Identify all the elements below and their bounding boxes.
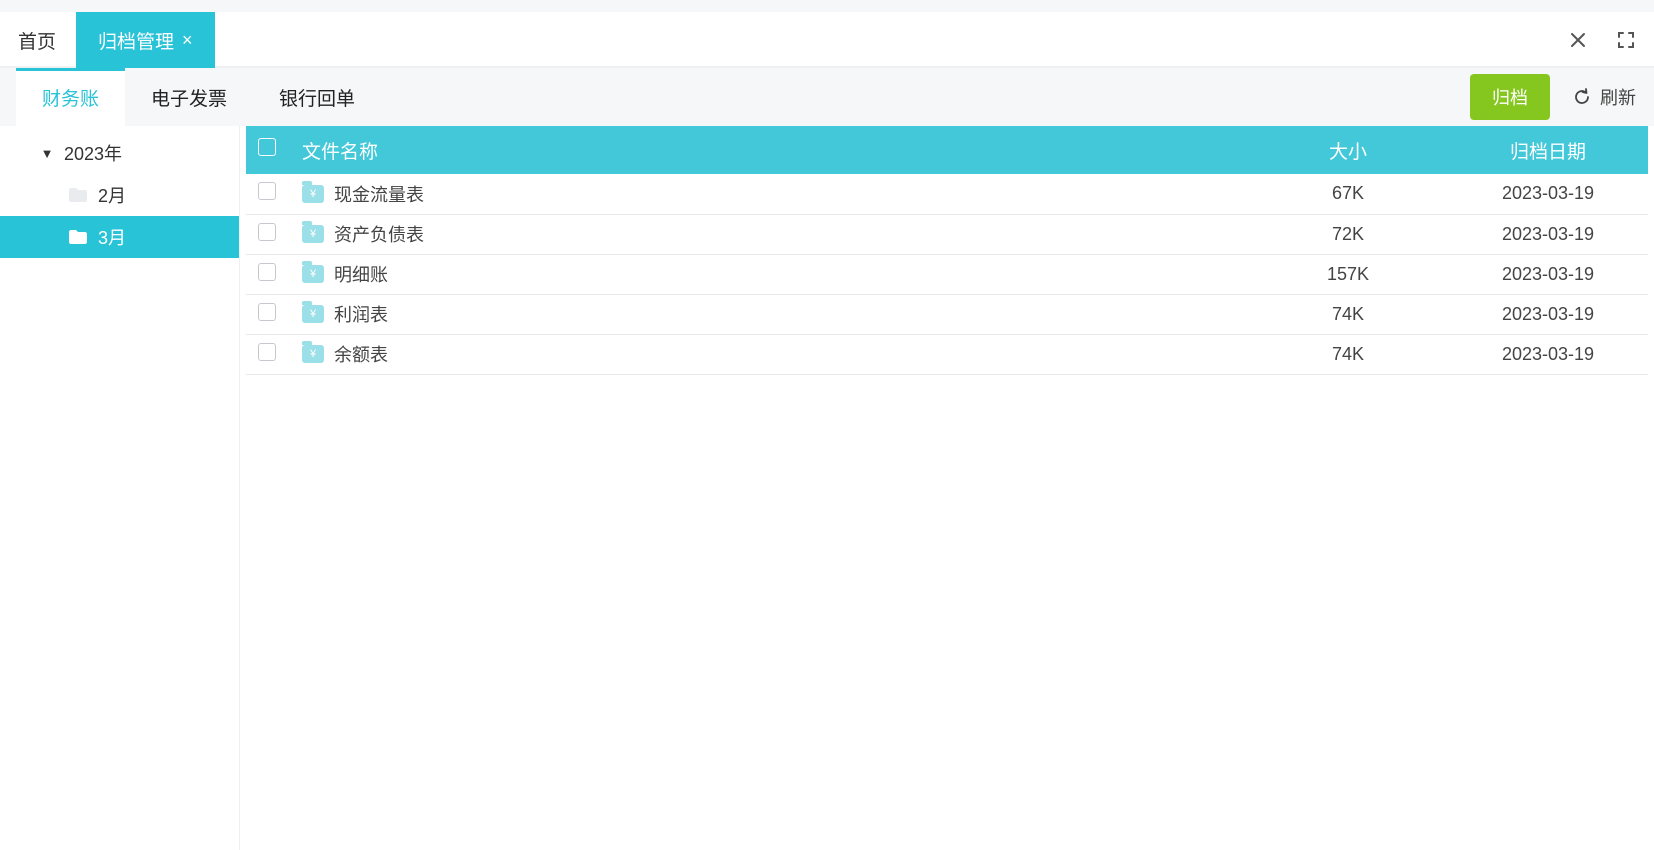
subtab-bank-receipt[interactable]: 银行回单 (253, 68, 381, 126)
row-checkbox[interactable] (258, 263, 276, 281)
row-checkbox[interactable] (258, 223, 276, 241)
tree-month-label: 2月 (98, 182, 126, 208)
table-row[interactable]: 余额表 74K2023-03-19 (246, 334, 1648, 374)
refresh-button[interactable]: 刷新 (1572, 84, 1636, 110)
archive-button-label: 归档 (1492, 88, 1528, 108)
subtab-label: 财务账 (42, 84, 99, 111)
close-icon (1568, 30, 1588, 50)
file-date: 2023-03-19 (1448, 174, 1648, 214)
caret-down-icon: ▼ (40, 146, 54, 161)
file-name[interactable]: 明细账 (334, 261, 388, 287)
subtabs-row: 财务账 电子发票 银行回单 归档 刷新 (0, 68, 1654, 126)
file-name-cell: 明细账 (290, 254, 1248, 294)
folder-money-icon (302, 225, 324, 243)
toolbar-actions: 归档 刷新 (1470, 68, 1636, 126)
folder-money-icon (302, 305, 324, 323)
sidebar: ▼ 2023年 2月 3月 (0, 126, 240, 850)
file-name-cell: 现金流量表 (290, 174, 1248, 214)
file-name[interactable]: 余额表 (334, 341, 388, 367)
refresh-label: 刷新 (1600, 84, 1636, 110)
header-checkbox-cell (246, 126, 290, 174)
table-row[interactable]: 明细账 157K2023-03-19 (246, 254, 1648, 294)
file-name[interactable]: 现金流量表 (334, 181, 424, 207)
subtab-label: 电子发票 (151, 84, 227, 111)
archive-button[interactable]: 归档 (1470, 74, 1550, 120)
select-all-checkbox[interactable] (258, 138, 276, 156)
window-tabs-right (1560, 12, 1644, 68)
file-table-head: 文件名称 大小 归档日期 (246, 126, 1648, 174)
fullscreen-button[interactable] (1608, 22, 1644, 58)
folder-icon (68, 187, 88, 203)
tree-year-label: 2023年 (64, 140, 122, 166)
fullscreen-icon (1616, 30, 1636, 50)
row-checkbox-cell (246, 254, 290, 294)
file-date: 2023-03-19 (1448, 334, 1648, 374)
window-tab-archive[interactable]: 归档管理 × (76, 12, 215, 68)
tree-node-month[interactable]: 2月 (0, 174, 239, 216)
subtab-label: 银行回单 (279, 84, 355, 111)
folder-money-icon (302, 345, 324, 363)
year-tree: ▼ 2023年 2月 3月 (0, 126, 239, 258)
row-checkbox[interactable] (258, 303, 276, 321)
close-icon[interactable]: × (182, 31, 193, 49)
table-row[interactable]: 利润表 74K2023-03-19 (246, 294, 1648, 334)
app-root: 首页 归档管理 × 财务账 电子发票 (0, 0, 1654, 850)
folder-money-icon (302, 185, 324, 203)
tree-node-year[interactable]: ▼ 2023年 (0, 132, 239, 174)
folder-icon (68, 229, 88, 245)
row-checkbox-cell (246, 174, 290, 214)
col-header-date[interactable]: 归档日期 (1448, 126, 1648, 174)
window-tab-home[interactable]: 首页 (0, 12, 76, 68)
row-checkbox-cell (246, 294, 290, 334)
subtab-finance[interactable]: 财务账 (16, 68, 125, 126)
file-date: 2023-03-19 (1448, 294, 1648, 334)
file-table-wrap: 文件名称 大小 归档日期 现金流量表67K2023-03-19资产负债表72K2… (240, 126, 1654, 375)
file-size: 157K (1248, 254, 1448, 294)
col-header-size[interactable]: 大小 (1248, 126, 1448, 174)
content: 文件名称 大小 归档日期 现金流量表67K2023-03-19资产负债表72K2… (240, 126, 1654, 850)
file-name-cell: 利润表 (290, 294, 1248, 334)
file-date: 2023-03-19 (1448, 214, 1648, 254)
file-name-cell: 余额表 (290, 334, 1248, 374)
file-size: 74K (1248, 294, 1448, 334)
tree-month-label: 3月 (98, 224, 126, 250)
close-window-button[interactable] (1560, 22, 1596, 58)
main: 文件名称 大小 归档日期 现金流量表67K2023-03-19资产负债表72K2… (240, 126, 1654, 850)
file-size: 67K (1248, 174, 1448, 214)
table-row[interactable]: 现金流量表 67K2023-03-19 (246, 174, 1648, 214)
row-checkbox-cell (246, 214, 290, 254)
table-row[interactable]: 资产负债表 72K2023-03-19 (246, 214, 1648, 254)
subtabs: 财务账 电子发票 银行回单 (16, 68, 381, 126)
tree-node-month[interactable]: 3月 (0, 216, 239, 258)
file-table: 文件名称 大小 归档日期 现金流量表67K2023-03-19资产负债表72K2… (246, 126, 1648, 375)
col-header-name[interactable]: 文件名称 (290, 126, 1248, 174)
subtab-einvoice[interactable]: 电子发票 (125, 68, 253, 126)
row-checkbox[interactable] (258, 343, 276, 361)
window-tabs-bar: 首页 归档管理 × (0, 12, 1654, 68)
folder-money-icon (302, 265, 324, 283)
file-size: 72K (1248, 214, 1448, 254)
file-size: 74K (1248, 334, 1448, 374)
window-tab-archive-label: 归档管理 (98, 27, 174, 54)
window-tab-home-label: 首页 (18, 27, 56, 54)
refresh-icon (1572, 87, 1592, 107)
file-table-body: 现金流量表67K2023-03-19资产负债表72K2023-03-19明细账1… (246, 174, 1648, 374)
file-name[interactable]: 利润表 (334, 301, 388, 327)
file-name-cell: 资产负债表 (290, 214, 1248, 254)
file-date: 2023-03-19 (1448, 254, 1648, 294)
header-spacer (0, 0, 1654, 12)
row-checkbox[interactable] (258, 182, 276, 200)
workarea: ▼ 2023年 2月 3月 (0, 126, 1654, 850)
file-name[interactable]: 资产负债表 (334, 221, 424, 247)
row-checkbox-cell (246, 334, 290, 374)
